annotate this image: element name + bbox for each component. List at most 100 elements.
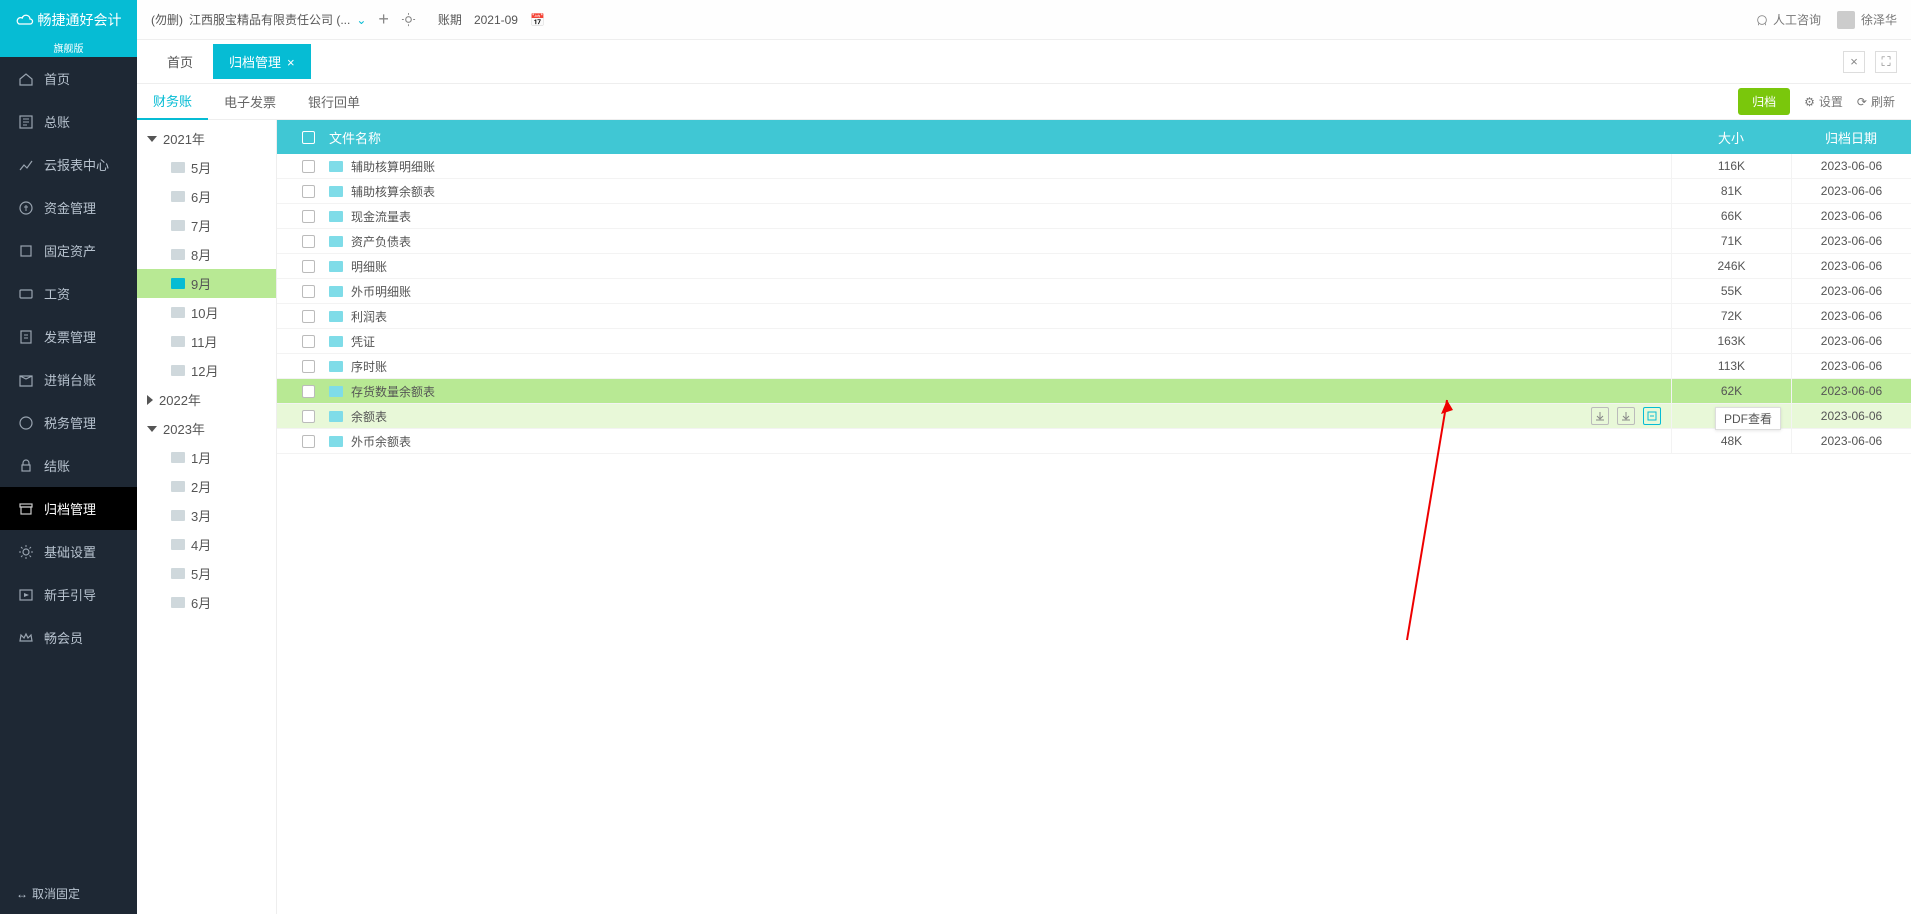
- tree-month[interactable]: 5月: [137, 559, 276, 588]
- nav-home[interactable]: 首页: [0, 57, 137, 100]
- row-checkbox[interactable]: [302, 285, 315, 298]
- nav-closing[interactable]: 结账: [0, 444, 137, 487]
- user-menu[interactable]: 徐泽华: [1837, 11, 1897, 29]
- nav-salary[interactable]: 工资: [0, 272, 137, 315]
- nav-funds[interactable]: 资金管理: [0, 186, 137, 229]
- row-checkbox[interactable]: [302, 260, 315, 273]
- tree-year[interactable]: 2023年: [137, 414, 276, 443]
- tab-home[interactable]: 首页: [151, 44, 209, 79]
- tree-month[interactable]: 6月: [137, 182, 276, 211]
- tree-year[interactable]: 2022年: [137, 385, 276, 414]
- calendar-icon[interactable]: 📅: [530, 13, 545, 27]
- nav-guide[interactable]: 新手引导: [0, 573, 137, 616]
- tree-month[interactable]: 3月: [137, 501, 276, 530]
- tree-month[interactable]: 2月: [137, 472, 276, 501]
- month-label: 4月: [191, 535, 211, 554]
- logo[interactable]: 畅捷通好会计: [0, 0, 137, 40]
- sidebar-footer[interactable]: ↔ 取消固定: [0, 873, 137, 914]
- table-row[interactable]: 现金流量表 66K 2023-06-06: [277, 204, 1911, 229]
- content: 2021年5月6月7月8月9月10月11月12月2022年2023年1月2月3月…: [137, 120, 1911, 914]
- tree-year[interactable]: 2021年: [137, 124, 276, 153]
- table-row[interactable]: 序时账 113K 2023-06-06: [277, 354, 1911, 379]
- file-date: 2023-06-06: [1821, 159, 1882, 173]
- company-selector[interactable]: (勿删) 江西服宝精品有限责任公司 (... ⌄: [151, 11, 366, 28]
- table-row[interactable]: 外币余额表 48K 2023-06-06: [277, 429, 1911, 454]
- file-size: 62K: [1721, 384, 1742, 398]
- tree-month[interactable]: 9月: [137, 269, 276, 298]
- folder-icon: [171, 481, 185, 492]
- col-size-header: 大小: [1718, 131, 1744, 146]
- table-row[interactable]: 存货数量余额表 62K 2023-06-06: [277, 379, 1911, 404]
- add-button[interactable]: +: [378, 9, 389, 30]
- tree-month[interactable]: 8月: [137, 240, 276, 269]
- tree-month[interactable]: 11月: [137, 327, 276, 356]
- row-checkbox[interactable]: [302, 310, 315, 323]
- subtab-einvoice[interactable]: 电子发票: [208, 84, 292, 120]
- nav-ledger[interactable]: 总账: [0, 100, 137, 143]
- tab-archive[interactable]: 归档管理×: [213, 44, 311, 79]
- nav-tax[interactable]: 税务管理: [0, 401, 137, 444]
- table-row[interactable]: 资产负债表 71K 2023-06-06: [277, 229, 1911, 254]
- nav-inventory[interactable]: 进销台账: [0, 358, 137, 401]
- month-label: 10月: [191, 303, 218, 322]
- tree-month[interactable]: 7月: [137, 211, 276, 240]
- row-checkbox[interactable]: [302, 235, 315, 248]
- consult-link[interactable]: 人工咨询: [1755, 11, 1821, 28]
- table-row[interactable]: 利润表 72K 2023-06-06: [277, 304, 1911, 329]
- view-pdf-button[interactable]: [1643, 407, 1661, 425]
- caret-down-icon: [147, 136, 157, 142]
- nav-label: 资金管理: [44, 198, 96, 217]
- file-name: 资产负债表: [351, 233, 411, 250]
- file-size: 48K: [1721, 434, 1742, 448]
- lock-icon: [18, 458, 34, 474]
- row-checkbox[interactable]: [302, 335, 315, 348]
- folder-icon: [171, 539, 185, 550]
- tree-month[interactable]: 1月: [137, 443, 276, 472]
- download-excel-button[interactable]: [1591, 407, 1609, 425]
- file-size: 116K: [1718, 159, 1745, 173]
- table-row[interactable]: 辅助核算明细账 116K 2023-06-06: [277, 154, 1911, 179]
- table-row[interactable]: 凭证 163K 2023-06-06: [277, 329, 1911, 354]
- nav-invoice[interactable]: 发票管理: [0, 315, 137, 358]
- table-row[interactable]: 明细账 246K 2023-06-06: [277, 254, 1911, 279]
- nav-settings[interactable]: 基础设置: [0, 530, 137, 573]
- tree-month[interactable]: 5月: [137, 153, 276, 182]
- period-value[interactable]: 2021-09: [474, 13, 518, 27]
- select-all-checkbox[interactable]: [302, 131, 315, 144]
- fullscreen-button[interactable]: ⛶: [1875, 51, 1897, 73]
- refresh-button[interactable]: ⟳刷新: [1857, 93, 1895, 110]
- tooltip: PDF查看: [1715, 407, 1781, 430]
- row-checkbox[interactable]: [302, 360, 315, 373]
- row-checkbox[interactable]: [302, 410, 315, 423]
- settings-button[interactable]: ⚙设置: [1804, 93, 1843, 110]
- table-row[interactable]: 余额表 PDF查看 3K 2023-06-06: [277, 404, 1911, 429]
- row-checkbox[interactable]: [302, 160, 315, 173]
- tree-month[interactable]: 6月: [137, 588, 276, 617]
- file-date: 2023-06-06: [1821, 359, 1882, 373]
- file-date: 2023-06-06: [1821, 384, 1882, 398]
- caret-down-icon: [147, 426, 157, 432]
- table-row[interactable]: 辅助核算余额表 81K 2023-06-06: [277, 179, 1911, 204]
- subtab-finance[interactable]: 财务账: [137, 84, 208, 120]
- folder-icon: [171, 597, 185, 608]
- row-checkbox[interactable]: [302, 210, 315, 223]
- subtab-bank[interactable]: 银行回单: [292, 84, 376, 120]
- close-icon[interactable]: ×: [287, 55, 295, 70]
- chevron-down-icon: ⌄: [356, 13, 366, 27]
- folder-icon: [329, 411, 343, 422]
- tree-month[interactable]: 4月: [137, 530, 276, 559]
- nav-reports[interactable]: 云报表中心: [0, 143, 137, 186]
- nav-archive[interactable]: 归档管理: [0, 487, 137, 530]
- row-checkbox[interactable]: [302, 435, 315, 448]
- table-row[interactable]: 外币明细账 55K 2023-06-06: [277, 279, 1911, 304]
- settings-icon[interactable]: [401, 12, 416, 27]
- archive-button[interactable]: 归档: [1738, 88, 1790, 115]
- row-checkbox[interactable]: [302, 185, 315, 198]
- nav-assets[interactable]: 固定资产: [0, 229, 137, 272]
- nav-member[interactable]: 畅会员: [0, 616, 137, 659]
- row-checkbox[interactable]: [302, 385, 315, 398]
- download-pdf-button[interactable]: [1617, 407, 1635, 425]
- close-all-button[interactable]: ×: [1843, 51, 1865, 73]
- tree-month[interactable]: 10月: [137, 298, 276, 327]
- tree-month[interactable]: 12月: [137, 356, 276, 385]
